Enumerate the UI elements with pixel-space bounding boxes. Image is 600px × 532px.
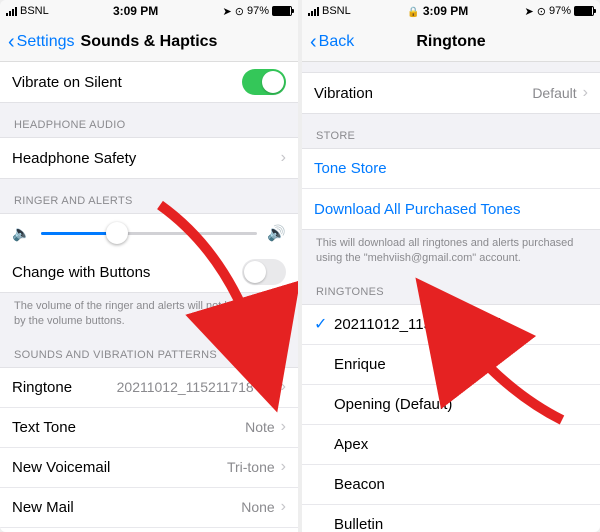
ringtone-item-label: Apex (334, 436, 588, 453)
carrier-label: BSNL (20, 5, 49, 17)
status-bar: BSNL 3:09 PM ➤ ⊙ 97% (0, 0, 298, 22)
ringtone-item[interactable]: Bulletin (302, 505, 600, 532)
ringtone-item-label: Opening (Default) (334, 396, 588, 413)
sounds-haptics-screen: BSNL 3:09 PM ➤ ⊙ 97% ‹ Settings Sounds &… (0, 0, 298, 532)
chevron-right-icon: › (281, 458, 286, 476)
download-purchased-row[interactable]: Download All Purchased Tones (302, 189, 600, 229)
new-voicemail-label: New Voicemail (12, 459, 227, 476)
headphone-safety-label: Headphone Safety (12, 150, 281, 167)
ringer-alerts-footer: The volume of the ringer and alerts will… (0, 293, 298, 333)
nav-bar: ‹ Back Ringtone (302, 22, 600, 62)
vibration-row[interactable]: Vibration Default › (302, 73, 600, 113)
ringtone-screen: BSNL 🔒 3:09 PM ➤ ⊙ 97% ‹ Back Ringtone (302, 0, 600, 532)
new-mail-label: New Mail (12, 499, 241, 516)
vibrate-on-silent-row[interactable]: Vibrate on Silent (0, 62, 298, 102)
store-footer: This will download all ringtones and ale… (302, 230, 600, 270)
back-label: Settings (17, 33, 75, 51)
signal-icon (308, 7, 319, 16)
store-header: STORE (302, 126, 600, 148)
vibrate-on-silent-label: Vibrate on Silent (12, 74, 242, 91)
status-time: 3:09 PM (49, 4, 223, 18)
back-button[interactable]: ‹ Settings (8, 32, 74, 52)
status-time: 3:09 PM (423, 4, 468, 18)
vibration-value: Default (532, 85, 576, 101)
ringtone-item[interactable]: Enrique (302, 345, 600, 385)
ringtone-item[interactable]: Beacon (302, 465, 600, 505)
change-with-buttons-row[interactable]: Change with Buttons (0, 252, 298, 292)
new-voicemail-value: Tri-tone (227, 459, 275, 475)
chevron-right-icon: › (281, 418, 286, 436)
signal-icon (6, 7, 17, 16)
carrier-label: BSNL (322, 5, 351, 17)
chevron-left-icon: ‹ (8, 32, 15, 52)
sent-mail-row[interactable]: Sent Mail Swoosh › (0, 528, 298, 532)
battery-icon (272, 6, 292, 16)
chevron-right-icon: › (583, 84, 588, 102)
chevron-right-icon: › (281, 498, 286, 516)
headphone-safety-row[interactable]: Headphone Safety › (0, 138, 298, 178)
ringer-alerts-header: RINGER AND ALERTS (0, 191, 298, 213)
nav-bar: ‹ Settings Sounds & Haptics (0, 22, 298, 62)
location-icon: ➤ (525, 5, 534, 18)
location-icon: ➤ (223, 5, 232, 18)
chevron-right-icon: › (281, 149, 286, 167)
ringtone-item-label: Bulletin (334, 516, 588, 532)
battery-percent: 97% (549, 5, 571, 17)
volume-slider-row[interactable]: 🔈 🔊 (0, 214, 298, 252)
text-tone-row[interactable]: Text Tone Note › (0, 408, 298, 448)
download-purchased-label: Download All Purchased Tones (314, 201, 588, 218)
vibrate-on-silent-toggle[interactable] (242, 69, 286, 95)
new-mail-value: None (241, 499, 274, 515)
ringtone-item[interactable]: Opening (Default) (302, 385, 600, 425)
checkmark-icon: ✓ (314, 314, 334, 334)
ringtone-item-label: Enrique (334, 356, 588, 373)
ringtone-item-label: Beacon (334, 476, 588, 493)
back-label: Back (319, 33, 355, 51)
status-bar: BSNL 🔒 3:09 PM ➤ ⊙ 97% (302, 0, 600, 22)
ringtone-value: 20211012_115211718 (1) (117, 379, 275, 395)
ringtone-item[interactable]: Apex (302, 425, 600, 465)
battery-percent: 97% (247, 5, 269, 17)
ringtone-item-label: 20211012_115211718 (1) (334, 316, 588, 333)
speaker-high-icon: 🔊 (267, 224, 286, 242)
chevron-right-icon: › (281, 378, 286, 396)
volume-slider[interactable] (41, 232, 258, 235)
ringtones-header: RINGTONES (302, 282, 600, 304)
new-mail-row[interactable]: New Mail None › (0, 488, 298, 528)
vibration-label: Vibration (314, 85, 532, 102)
alarm-icon: ⊙ (235, 5, 244, 18)
change-with-buttons-toggle[interactable] (242, 259, 286, 285)
battery-icon (574, 6, 594, 16)
tone-store-row[interactable]: Tone Store (302, 149, 600, 189)
ringtone-item-selected[interactable]: ✓ 20211012_115211718 (1) (302, 305, 600, 345)
back-button[interactable]: ‹ Back (310, 32, 354, 52)
lock-icon: 🔒 (407, 7, 419, 18)
sounds-patterns-header: SOUNDS AND VIBRATION PATTERNS (0, 345, 298, 367)
ringtone-label: Ringtone (12, 379, 117, 396)
text-tone-label: Text Tone (12, 419, 245, 436)
ringtone-row[interactable]: Ringtone 20211012_115211718 (1) › (0, 368, 298, 408)
chevron-left-icon: ‹ (310, 32, 317, 52)
new-voicemail-row[interactable]: New Voicemail Tri-tone › (0, 448, 298, 488)
text-tone-value: Note (245, 419, 275, 435)
change-with-buttons-label: Change with Buttons (12, 264, 242, 281)
alarm-icon: ⊙ (537, 5, 546, 18)
tone-store-label: Tone Store (314, 160, 588, 177)
headphone-audio-header: HEADPHONE AUDIO (0, 115, 298, 137)
speaker-low-icon: 🔈 (12, 224, 31, 242)
